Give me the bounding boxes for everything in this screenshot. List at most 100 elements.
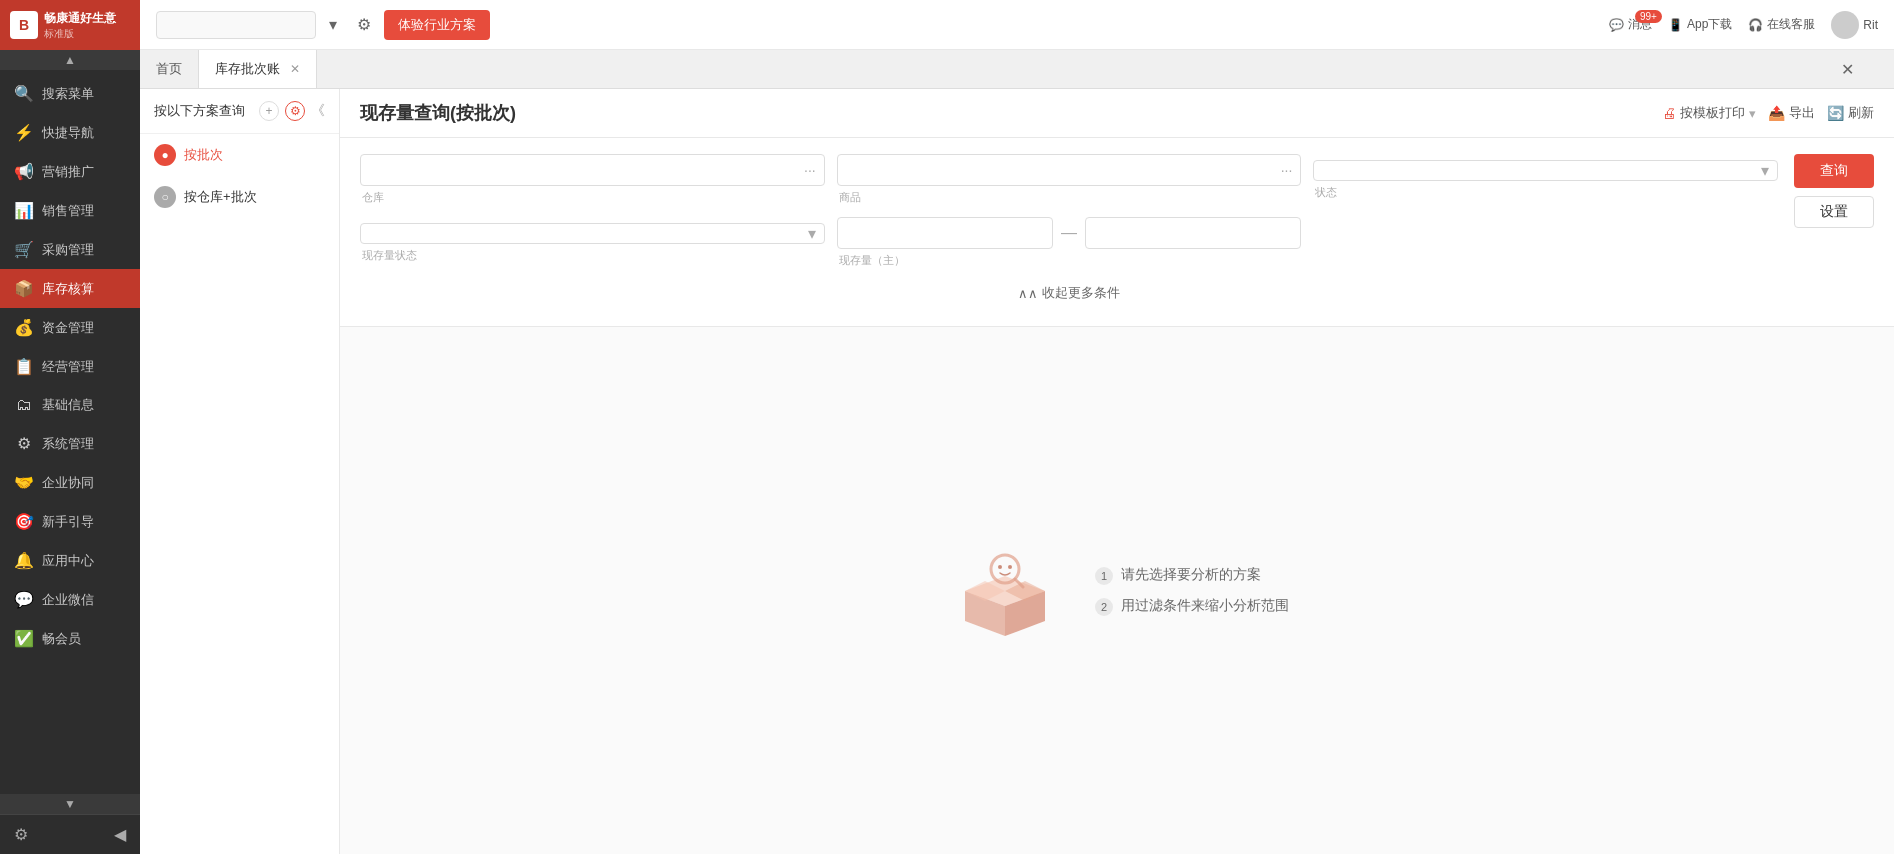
page-header: 现存量查询(按批次) 🖨 按模板打印 ▾ 📤 导出 🔄 刷新: [340, 89, 1894, 138]
refresh-icon: 🔄: [1827, 105, 1844, 121]
collapse-more-btn[interactable]: ∧∧ 收起更多条件: [360, 276, 1778, 310]
empty-tip-2: 2 用过滤条件来缩小分析范围: [1095, 597, 1289, 616]
left-panel: 按以下方案查询 + ⚙ 《 ● 按批次 ○ 按仓库+批次: [140, 89, 340, 854]
header-settings-btn[interactable]: ⚙: [350, 11, 378, 39]
sidebar-label-quick-nav: 快捷导航: [42, 124, 94, 142]
sidebar-item-quick-nav[interactable]: ⚡ 快捷导航: [0, 113, 140, 152]
sidebar-label-sales: 销售管理: [42, 202, 94, 220]
sidebar-nav: 🔍搜索菜单 ⚡ 快捷导航 📢 营销推广 📊 销售管理 🛒采购管理📦库存核算💰资金管理📋经营管理…: [0, 70, 140, 794]
sidebar-collapse-icon[interactable]: ◀: [114, 825, 126, 844]
page-title: 现存量查询(按批次): [360, 101, 516, 125]
sidebar-logo: B: [10, 11, 38, 39]
sidebar-item-sales[interactable]: 📊 销售管理: [0, 191, 140, 230]
sidebar-label-marketing: 营销推广: [42, 163, 94, 181]
filter-area: ··· 仓库 ··· 商品: [340, 138, 1894, 327]
inventory-qty-from-input[interactable]: [846, 226, 1044, 241]
left-panel-add-btn[interactable]: +: [259, 101, 279, 121]
refresh-label: 刷新: [1848, 104, 1874, 122]
sidebar-item-wechat[interactable]: 💬企业微信: [0, 580, 140, 619]
scheme-label-warehouse-batch: 按仓库+批次: [184, 188, 257, 206]
inventory-qty-to-input[interactable]: [1094, 226, 1292, 241]
sidebar-item-basic-info[interactable]: 🗂 基础信息: [0, 386, 140, 424]
product-more-icon[interactable]: ···: [1281, 162, 1293, 178]
user-name: Rit: [1863, 18, 1878, 32]
sidebar-label-inventory: 库存核算: [42, 280, 94, 298]
warehouse-input[interactable]: [369, 163, 804, 178]
scheme-label-batch: 按批次: [184, 146, 223, 164]
inventory-qty-to[interactable]: [1085, 217, 1301, 249]
sidebar-item-system[interactable]: ⚙ 系统管理: [0, 424, 140, 463]
sidebar-label-basic-info: 基础信息: [42, 396, 94, 414]
scheme-item-batch[interactable]: ● 按批次: [140, 134, 339, 176]
warehouse-filter[interactable]: ···: [360, 154, 825, 186]
sidebar-label-system: 系统管理: [42, 435, 94, 453]
sidebar-item-newbie[interactable]: 🎯新手引导: [0, 502, 140, 541]
sidebar-icon-basic-info: 🗂: [14, 396, 34, 414]
inventory-qty-dash: —: [1061, 224, 1077, 242]
export-label: 导出: [1789, 104, 1815, 122]
tab-home[interactable]: 首页: [140, 50, 199, 88]
main-area: ▾ ⚙ 体验行业方案 💬 消息 99+ 📱 App下载 🎧 在线客服 Rit: [140, 0, 1894, 854]
collapse-up-icon: ∧∧: [1018, 286, 1038, 301]
print-btn[interactable]: 🖨 按模板打印 ▾: [1662, 104, 1756, 122]
inventory-qty-from[interactable]: [837, 217, 1053, 249]
sidebar-scroll-down[interactable]: ▼: [0, 794, 140, 814]
collapse-more-label: 收起更多条件: [1042, 284, 1120, 302]
sidebar-icon-quick-nav: ⚡: [14, 123, 34, 142]
sidebar-item-finance[interactable]: 💰资金管理: [0, 308, 140, 347]
tab-inventory-batch-label: 库存批次账: [215, 60, 280, 78]
sidebar-icon-sales: 📊: [14, 201, 34, 220]
sidebar-icon-purchase: 🛒: [14, 240, 34, 259]
sidebar-item-inventory[interactable]: 📦库存核算: [0, 269, 140, 308]
export-btn[interactable]: 📤 导出: [1768, 104, 1815, 122]
tip-text-2: 用过滤条件来缩小分析范围: [1121, 597, 1289, 615]
status-dropdown-icon: ▾: [1761, 161, 1769, 180]
left-panel-header: 按以下方案查询 + ⚙ 《: [140, 89, 339, 134]
refresh-btn[interactable]: 🔄 刷新: [1827, 104, 1874, 122]
tab-inventory-batch-close[interactable]: ✕: [290, 62, 300, 76]
sidebar-icon-marketing: 📢: [14, 162, 34, 181]
sidebar-icon-system: ⚙: [14, 434, 34, 453]
sidebar-icon-search: 🔍: [14, 84, 34, 103]
empty-state: 1 请先选择要分析的方案 2 用过滤条件来缩小分析范围: [340, 327, 1894, 854]
tab-bar-close-btn[interactable]: ✕: [1841, 60, 1854, 79]
sidebar-label-enterprise: 企业协同: [42, 474, 94, 492]
sidebar-item-operation[interactable]: 📋经营管理: [0, 347, 140, 386]
experience-btn[interactable]: 体验行业方案: [384, 10, 490, 40]
left-panel-collapse-btn[interactable]: 《: [311, 102, 325, 120]
left-panel-title: 按以下方案查询: [154, 102, 245, 120]
settings-btn[interactable]: 设置: [1794, 196, 1874, 228]
empty-tips: 1 请先选择要分析的方案 2 用过滤条件来缩小分析范围: [1095, 566, 1289, 616]
header-user[interactable]: Rit: [1831, 11, 1878, 39]
sidebar-scroll-up[interactable]: ▲: [0, 50, 140, 70]
sidebar-item-enterprise[interactable]: 🤝企业协同: [0, 463, 140, 502]
sidebar-settings-icon[interactable]: ⚙: [14, 825, 28, 844]
left-panel-gear-btn[interactable]: ⚙: [285, 101, 305, 121]
sidebar-item-member[interactable]: ✅畅会员: [0, 619, 140, 658]
query-btn[interactable]: 查询: [1794, 154, 1874, 188]
tab-inventory-batch[interactable]: 库存批次账 ✕: [199, 50, 317, 88]
sidebar-item-search[interactable]: 🔍搜索菜单: [0, 74, 140, 113]
sidebar-label-wechat: 企业微信: [42, 591, 94, 609]
sidebar-icon-newbie: 🎯: [14, 512, 34, 531]
scheme-item-warehouse-batch[interactable]: ○ 按仓库+批次: [140, 176, 339, 218]
svg-point-7: [998, 565, 1002, 569]
inventory-status-filter[interactable]: ▾: [360, 223, 825, 244]
header-app-download[interactable]: 📱 App下载: [1668, 16, 1732, 33]
tab-bar: 首页 库存批次账 ✕ ✕: [140, 50, 1894, 89]
print-icon: 🖨: [1662, 105, 1676, 121]
product-input[interactable]: [846, 163, 1281, 178]
header-search-input[interactable]: [156, 11, 316, 39]
sidebar-bottom: ⚙ ◀: [0, 814, 140, 854]
sidebar-item-marketing[interactable]: 📢 营销推广: [0, 152, 140, 191]
product-filter[interactable]: ···: [837, 154, 1302, 186]
header-dropdown-btn[interactable]: ▾: [322, 14, 344, 36]
header-message[interactable]: 💬 消息 99+: [1609, 16, 1652, 33]
online-service-icon: 🎧: [1748, 18, 1763, 32]
export-icon: 📤: [1768, 105, 1785, 121]
header-online-service[interactable]: 🎧 在线客服: [1748, 16, 1815, 33]
status-filter[interactable]: ▾: [1313, 160, 1778, 181]
sidebar-item-app-center[interactable]: 🔔应用中心: [0, 541, 140, 580]
warehouse-more-icon[interactable]: ···: [804, 162, 816, 178]
sidebar-item-purchase[interactable]: 🛒采购管理: [0, 230, 140, 269]
